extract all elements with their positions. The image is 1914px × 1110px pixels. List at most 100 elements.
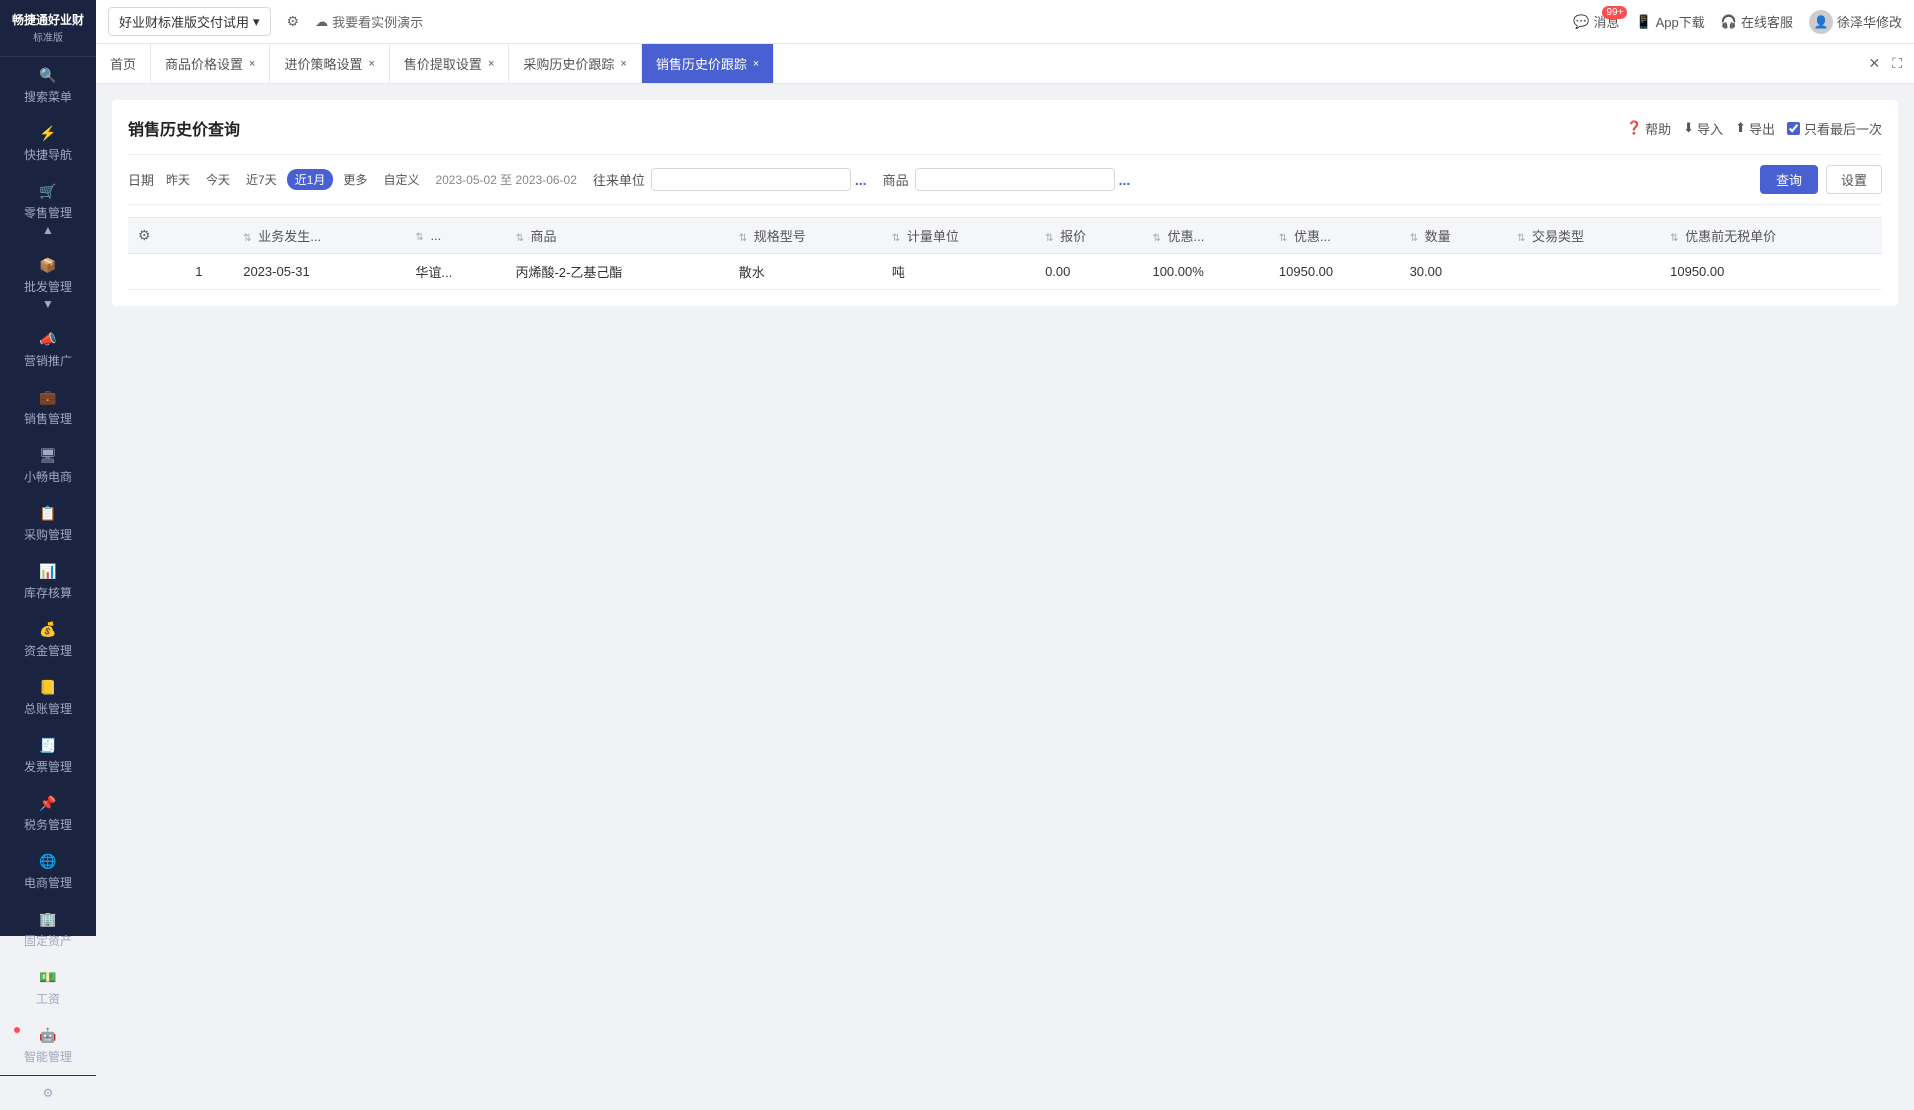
date-opt-today[interactable]: 今天 <box>200 169 236 190</box>
expand-tab-button[interactable]: ⛶ <box>1888 53 1906 74</box>
search-icon: 🔍 <box>39 67 56 84</box>
tax-icon: 📌 <box>39 795 56 812</box>
sidebar-item-ecommerce-small[interactable]: 🖥 小畅电商 <box>0 437 96 495</box>
settings-button[interactable]: 设置 <box>1826 165 1882 194</box>
help-button[interactable]: ❓ 帮助 <box>1626 119 1671 138</box>
col-discount-amt-label: 优惠... <box>1294 229 1331 244</box>
import-button[interactable]: ⬇ 导入 <box>1683 119 1723 138</box>
tab-price-setting[interactable]: 商品价格设置 × <box>151 44 270 83</box>
supplier-dots-button[interactable]: ... <box>855 172 867 188</box>
demo-button[interactable]: ☁ 我要看实例演示 <box>315 12 423 31</box>
col-discount-amt[interactable]: ⇅ 优惠... <box>1269 218 1400 254</box>
close-icon[interactable]: × <box>368 58 374 70</box>
sidebar-item-sales[interactable]: 💼 销售管理 <box>0 379 96 437</box>
sidebar-item-search[interactable]: 🔍 搜索菜单 <box>0 57 96 115</box>
tab-sales-history[interactable]: 销售历史价跟踪 × <box>642 44 774 83</box>
col-price[interactable]: ⇅ 报价 <box>1035 218 1142 254</box>
tab-home[interactable]: 首页 <box>96 44 151 83</box>
last-only-checkbox[interactable] <box>1787 122 1800 135</box>
tab-label: 商品价格设置 <box>165 54 243 73</box>
col-biz-date[interactable]: ⇅ 业务发生... <box>233 218 405 254</box>
question-icon: ❓ <box>1626 120 1642 136</box>
chevron-down-icon: ▾ <box>253 14 260 30</box>
sidebar-item-ec-manage[interactable]: 🌐 电商管理 <box>0 843 96 901</box>
cell-trade-type <box>1507 254 1660 290</box>
close-icon[interactable]: × <box>620 58 626 70</box>
date-opt-yesterday[interactable]: 昨天 <box>160 169 196 190</box>
close-icon[interactable]: × <box>753 58 759 70</box>
sidebar-settings-button[interactable]: ⚙ <box>0 1076 96 1110</box>
cell-price: 0.00 <box>1035 254 1142 290</box>
col-goods[interactable]: ⇅ 商品 <box>505 218 728 254</box>
filter-row: 日期 昨天 今天 近7天 近1月 更多 自定义 2023-05-02 至 202… <box>128 154 1882 205</box>
cell-biz-date: 2023-05-31 <box>233 254 405 290</box>
sidebar-item-general-ledger[interactable]: 📒 总账管理 <box>0 669 96 727</box>
cell-discount-amt: 10950.00 <box>1269 254 1400 290</box>
sidebar-item-payroll[interactable]: 💵 工资 <box>0 959 96 1017</box>
close-icon[interactable]: × <box>249 58 255 70</box>
col-more[interactable]: ⇅ ... <box>405 218 505 254</box>
sidebar-item-marketing[interactable]: 📣 营销推广 <box>0 321 96 379</box>
sidebar-item-label: 智能管理 <box>24 1048 72 1065</box>
date-options: 昨天 今天 近7天 近1月 更多 自定义 <box>160 169 425 190</box>
cell-unit: 吨 <box>882 254 1035 290</box>
user-info[interactable]: 👤 徐泽华修改 <box>1809 10 1902 34</box>
goods-input[interactable] <box>915 168 1115 191</box>
sidebar-item-invoice[interactable]: 🧾 发票管理 <box>0 727 96 785</box>
gear-icon: ⚙ <box>287 13 300 29</box>
cell-pretax-price: 10950.00 <box>1660 254 1882 290</box>
arrow-icon: ▲ <box>42 223 54 237</box>
search-button[interactable]: 查询 <box>1760 165 1818 194</box>
sidebar-item-finance[interactable]: 💰 资金管理 <box>0 611 96 669</box>
col-trade-type[interactable]: ⇅ 交易类型 <box>1507 218 1660 254</box>
sidebar-item-inventory[interactable]: 📊 库存核算 <box>0 553 96 611</box>
date-opt-custom[interactable]: 自定义 <box>377 169 425 190</box>
col-qty[interactable]: ⇅ 数量 <box>1400 218 1507 254</box>
sidebar-item-purchase[interactable]: 📋 采购管理 <box>0 495 96 553</box>
col-pretax-price[interactable]: ⇅ 优惠前无税单价 <box>1660 218 1882 254</box>
tab-purchase-history[interactable]: 采购历史价跟踪 × <box>509 44 641 83</box>
table-body: 1 2023-05-31 华谊... 丙烯酸-2-乙基己酯 散水 吨 0.00 … <box>128 254 1882 290</box>
close-icon[interactable]: × <box>488 58 494 70</box>
col-settings[interactable]: ⚙ <box>128 218 185 254</box>
export-button[interactable]: ⬆ 导出 <box>1735 119 1775 138</box>
table-row[interactable]: 1 2023-05-31 华谊... 丙烯酸-2-乙基己酯 散水 吨 0.00 … <box>128 254 1882 290</box>
date-opt-more[interactable]: 更多 <box>337 169 373 190</box>
cart-icon: 🛒 <box>39 183 56 200</box>
sidebar-item-retail[interactable]: 🛒 零售管理 ▲ <box>0 173 96 247</box>
date-opt-7days[interactable]: 近7天 <box>240 169 283 190</box>
col-discount-pct[interactable]: ⇅ 优惠... <box>1142 218 1268 254</box>
cell-goods-name: 丙烯酸-2-乙基己酯 <box>505 254 728 290</box>
ai-icon: 🤖 <box>39 1027 56 1044</box>
app-download-button[interactable]: 📱 App下载 <box>1635 12 1704 31</box>
online-service-button[interactable]: 🎧 在线客服 <box>1721 12 1793 31</box>
sidebar-item-ai-manage[interactable]: 🤖 智能管理 <box>0 1017 96 1075</box>
version-selector[interactable]: 好业财标准版交付试用 ▾ <box>108 7 271 36</box>
goods-dots-button[interactable]: ... <box>1119 172 1131 188</box>
page-title: 销售历史价查询 <box>128 116 240 140</box>
message-button[interactable]: 💬 消息 99+ <box>1573 12 1619 31</box>
tab-purchase-strategy[interactable]: 进价策略设置 × <box>270 44 389 83</box>
cell-seq: 1 <box>185 254 233 290</box>
last-only-checkbox-label[interactable]: 只看最后一次 <box>1787 119 1882 138</box>
sidebar-item-wholesale[interactable]: 📦 批发管理 ▼ <box>0 247 96 321</box>
col-seq <box>185 218 233 254</box>
date-opt-1month[interactable]: 近1月 <box>287 169 334 190</box>
date-filter-group: 日期 昨天 今天 近7天 近1月 更多 自定义 2023-05-02 至 202… <box>128 169 577 190</box>
table-settings-icon[interactable]: ⚙ <box>138 227 151 243</box>
sidebar-item-label: 小畅电商 <box>24 468 72 485</box>
tab-price-extract[interactable]: 售价提取设置 × <box>390 44 509 83</box>
supplier-input[interactable] <box>651 168 851 191</box>
sort-icon: ⇅ <box>739 233 747 244</box>
sidebar-item-label: 营销推广 <box>24 352 72 369</box>
sidebar-item-fixed-assets[interactable]: 🏢 固定资产 <box>0 901 96 959</box>
sidebar-item-tax[interactable]: 📌 税务管理 <box>0 785 96 843</box>
date-range-display: 2023-05-02 至 2023-06-02 <box>435 171 576 188</box>
money-icon: 💵 <box>39 969 56 986</box>
col-unit[interactable]: ⇅ 计量单位 <box>882 218 1035 254</box>
header-settings-button[interactable]: ⚙ <box>279 9 308 34</box>
sidebar-item-quick-nav[interactable]: ⚡ 快捷导航 <box>0 115 96 173</box>
close-tab-button[interactable]: ✕ <box>1864 53 1884 74</box>
col-spec[interactable]: ⇅ 规格型号 <box>729 218 882 254</box>
sort-icon: ⇅ <box>1045 233 1053 244</box>
